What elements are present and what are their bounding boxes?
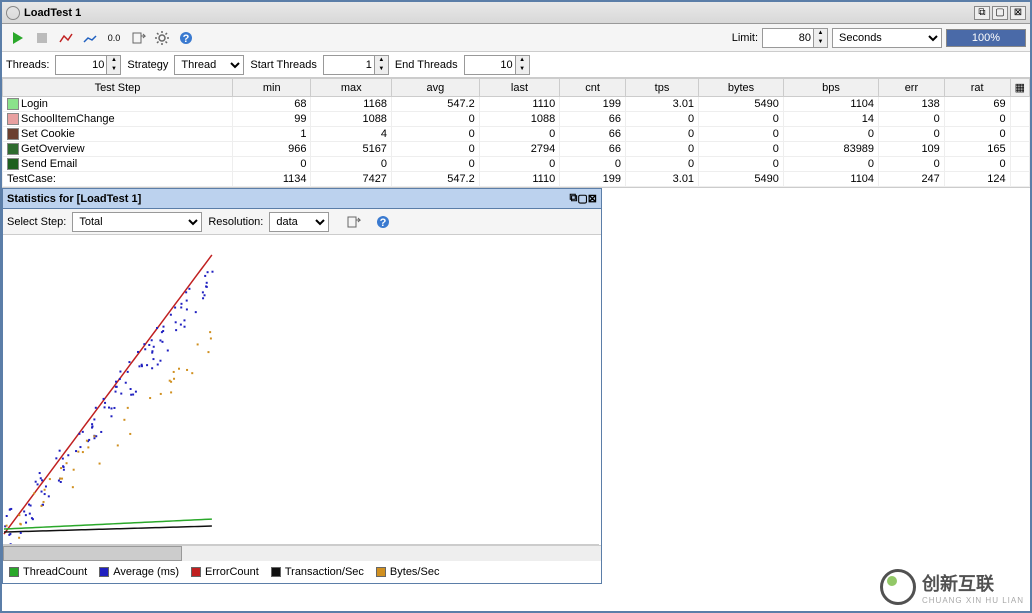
row-color-swatch	[7, 98, 19, 110]
restore-button[interactable]: ⧉	[974, 6, 990, 20]
table-row[interactable]: GetOverview966516702794660083989109165	[3, 142, 1030, 157]
col-tps[interactable]: tps	[625, 79, 698, 97]
results-table: Test Stepminmaxavglastcnttpsbytesbpserrr…	[2, 78, 1030, 188]
statistics-chart	[3, 235, 599, 545]
chart1-icon[interactable]	[56, 28, 76, 48]
row-color-swatch	[7, 128, 19, 140]
strategy-row: Threads: ▲▼ Strategy Thread Start Thread…	[2, 52, 1030, 78]
help-icon[interactable]: ?	[176, 28, 196, 48]
resolution-select[interactable]: data	[269, 212, 329, 232]
legend-swatch	[376, 567, 386, 577]
legend-item: Average (ms)	[99, 566, 179, 578]
reset-icon[interactable]: 0.0	[104, 28, 124, 48]
settings-icon[interactable]	[152, 28, 172, 48]
legend-item: Bytes/Sec	[376, 566, 440, 578]
col-err[interactable]: err	[879, 79, 945, 97]
chart-scrollbar[interactable]	[3, 545, 601, 561]
legend-swatch	[99, 567, 109, 577]
strategy-select[interactable]: Thread	[174, 55, 244, 75]
threads-spinner[interactable]: ▲▼	[55, 55, 121, 75]
statistics-title: Statistics for [LoadTest 1]	[7, 193, 141, 205]
row-color-swatch	[7, 113, 19, 125]
watermark-text: 创新互联	[922, 574, 994, 594]
legend-swatch	[9, 567, 19, 577]
svg-text:?: ?	[380, 217, 387, 229]
close-button[interactable]: ⊠	[1010, 6, 1026, 20]
table-row[interactable]: SchoolItemChange9910880108866001400	[3, 112, 1030, 127]
chart2-icon[interactable]	[80, 28, 100, 48]
end-threads-label: End Threads	[395, 59, 458, 71]
statistics-titlebar: Statistics for [LoadTest 1] ⧉ ▢ ⊠	[3, 189, 601, 209]
window-title: LoadTest 1	[24, 7, 972, 19]
select-step-select[interactable]: Total	[72, 212, 202, 232]
col-max[interactable]: max	[311, 79, 391, 97]
limit-input[interactable]	[763, 29, 813, 47]
strategy-label: Strategy	[127, 59, 168, 71]
threads-label: Threads:	[6, 59, 49, 71]
limit-down[interactable]: ▼	[813, 38, 827, 47]
chart-legend: ThreadCount Average (ms) ErrorCount Transac…	[3, 561, 601, 583]
limit-label: Limit:	[732, 32, 758, 44]
row-color-swatch	[7, 158, 19, 170]
table-row[interactable]: TestCase:11347427547.211101993.015490110…	[3, 172, 1030, 187]
main-toolbar: 0.0 ? Limit: ▲▼ Seconds 100%	[2, 24, 1030, 52]
col-bytes[interactable]: bytes	[699, 79, 784, 97]
limit-unit-select[interactable]: Seconds	[832, 28, 942, 48]
run-button[interactable]	[8, 28, 28, 48]
legend-swatch	[271, 567, 281, 577]
statistics-toolbar: Select Step: Total Resolution: data ?	[3, 209, 601, 235]
stats-export-icon[interactable]	[343, 212, 363, 232]
limit-up[interactable]: ▲	[813, 29, 827, 38]
watermark: 创新互联 CHUANG XIN HU LIAN	[880, 569, 1024, 605]
col-rat[interactable]: rat	[944, 79, 1010, 97]
resolution-label: Resolution:	[208, 216, 263, 228]
col-bps[interactable]: bps	[783, 79, 878, 97]
legend-item: ErrorCount	[191, 566, 259, 578]
limit-spinner[interactable]: ▲▼	[762, 28, 828, 48]
col-min[interactable]: min	[233, 79, 311, 97]
stats-restore-button[interactable]: ⧉	[570, 192, 578, 205]
app-icon	[6, 6, 20, 20]
watermark-logo-icon	[880, 569, 916, 605]
legend-item: ThreadCount	[9, 566, 87, 578]
scrollbar-thumb[interactable]	[3, 546, 182, 561]
col-test-step[interactable]: Test Step	[3, 79, 233, 97]
table-row[interactable]: Set Cookie14006600000	[3, 127, 1030, 142]
end-threads-spinner[interactable]: ▲▼	[464, 55, 530, 75]
export-icon[interactable]	[128, 28, 148, 48]
maximize-button[interactable]: ▢	[992, 6, 1008, 20]
table-row[interactable]: Send Email0000000000	[3, 157, 1030, 172]
start-threads-spinner[interactable]: ▲▼	[323, 55, 389, 75]
watermark-subtext: CHUANG XIN HU LIAN	[922, 596, 1024, 605]
progress-bar: 100%	[946, 29, 1026, 47]
table-row[interactable]: Login681168547.211101993.015490110413869	[3, 97, 1030, 112]
start-threads-label: Start Threads	[250, 59, 316, 71]
statistics-panel: Statistics for [LoadTest 1] ⧉ ▢ ⊠ Select…	[2, 188, 602, 584]
svg-text:?: ?	[183, 33, 190, 45]
col-avg[interactable]: avg	[391, 79, 479, 97]
row-color-swatch	[7, 143, 19, 155]
table-menu-icon[interactable]: ▦	[1010, 79, 1029, 97]
stats-help-icon[interactable]: ?	[373, 212, 393, 232]
col-cnt[interactable]: cnt	[560, 79, 626, 97]
col-last[interactable]: last	[479, 79, 559, 97]
stats-close-button[interactable]: ⊠	[588, 192, 597, 205]
select-step-label: Select Step:	[7, 216, 66, 228]
legend-swatch	[191, 567, 201, 577]
stats-maximize-button[interactable]: ▢	[577, 192, 587, 205]
window-titlebar: LoadTest 1 ⧉ ▢ ⊠	[2, 2, 1030, 24]
stop-button[interactable]	[32, 28, 52, 48]
legend-item: Transaction/Sec	[271, 566, 364, 578]
